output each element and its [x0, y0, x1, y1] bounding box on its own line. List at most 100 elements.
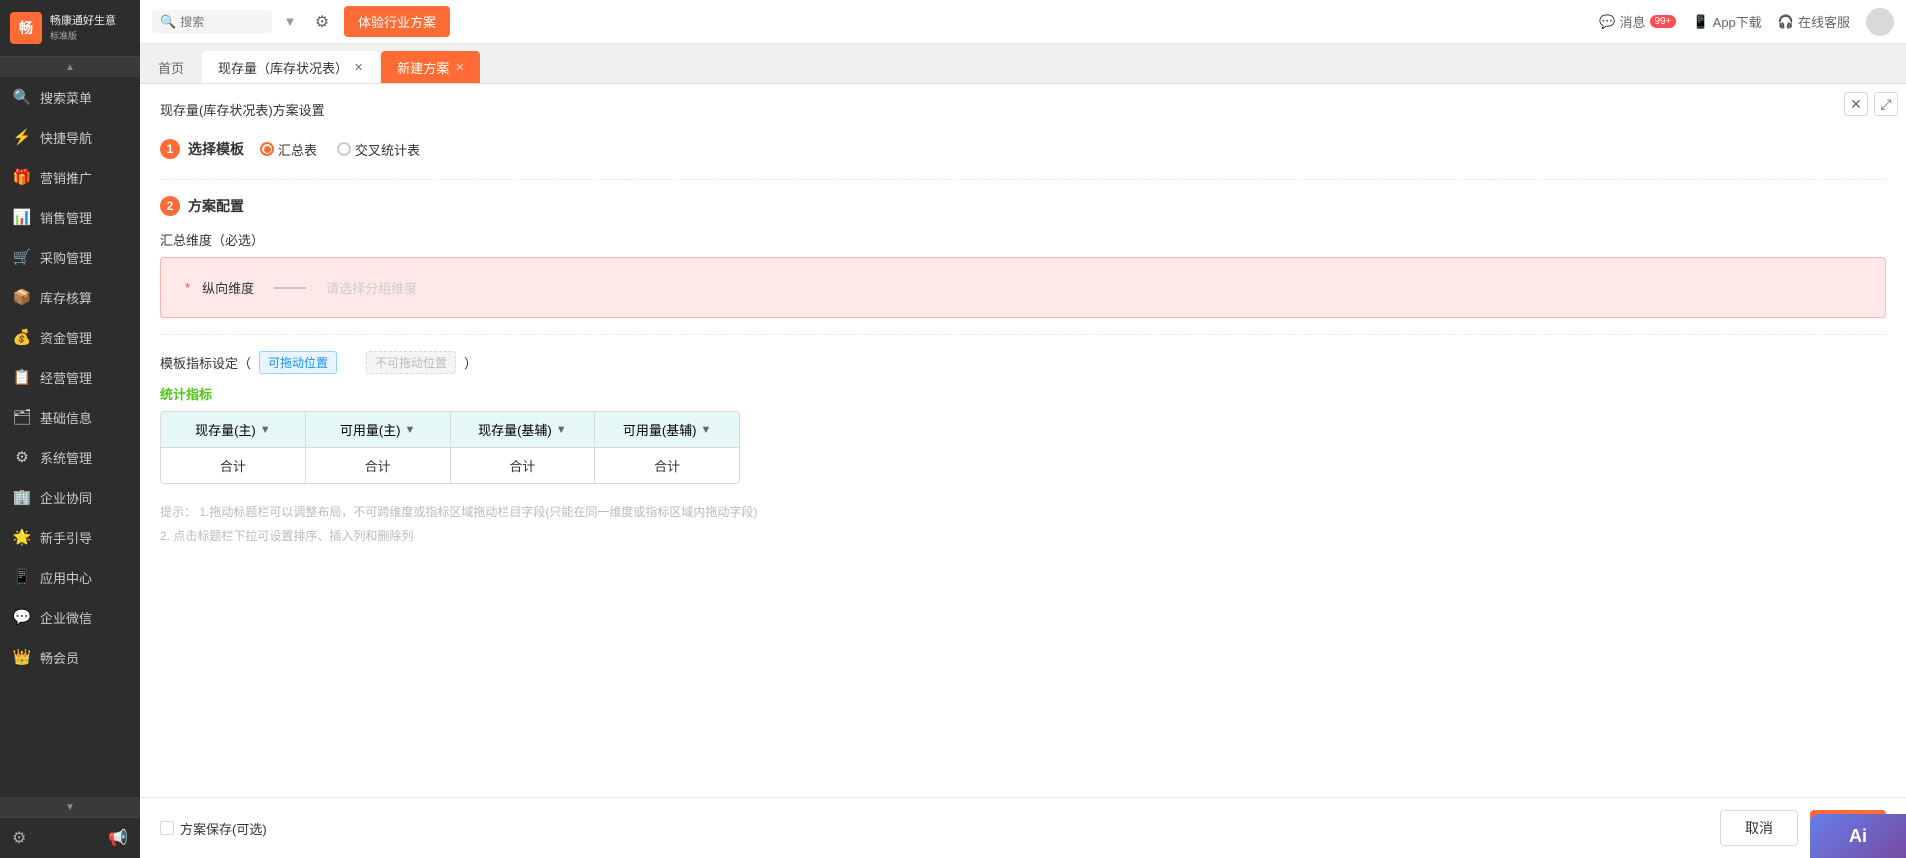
sidebar-item-quick-nav[interactable]: ⚡ 快捷导航 — [0, 117, 140, 157]
stats-col-3-label: 可用量(基辅) — [623, 420, 697, 439]
logo-badge: 标准版 — [50, 29, 116, 42]
sidebar-item-label: 基础信息 — [40, 408, 92, 427]
dimension-box: * 纵向维度 —— 请选择分组维度 — [160, 257, 1886, 318]
sidebar-item-member[interactable]: 👑 畅会员 — [0, 637, 140, 677]
dimension-arrow: —— — [274, 279, 306, 297]
sidebar-item-label: 系统管理 — [40, 448, 92, 467]
sidebar-item-app-center[interactable]: 📱 应用中心 — [0, 557, 140, 597]
app-download-label: App下载 — [1713, 12, 1762, 31]
step2-header: 2 方案配置 — [160, 196, 1886, 216]
sidebar-item-label: 快捷导航 — [40, 128, 92, 147]
sidebar-scroll-up[interactable]: ▲ — [0, 57, 140, 77]
drag-badge: 可拖动位置 — [259, 351, 337, 374]
step2-title: 方案配置 — [188, 196, 244, 216]
sidebar-item-marketing[interactable]: 🎁 营销推广 — [0, 157, 140, 197]
panel-close-btn[interactable]: ✕ — [1844, 92, 1868, 116]
cancel-button[interactable]: 取消 — [1720, 810, 1798, 846]
stats-col-1-chevron[interactable]: ▼ — [405, 424, 416, 436]
tabbar: 首页 现存量（库存状况表） ✕ 新建方案 ✕ — [140, 44, 1906, 84]
stats-col-3-chevron[interactable]: ▼ — [701, 424, 712, 436]
save-option: 方案保存(可选) — [160, 819, 267, 838]
stats-table-body: 合计 合计 合计 合计 — [161, 447, 739, 483]
topbar-search-box[interactable]: 🔍 — [152, 10, 272, 34]
service-icon: 🎧 — [1778, 14, 1794, 30]
tab-inventory-close[interactable]: ✕ — [354, 61, 363, 74]
tips-title: 提示： — [160, 505, 196, 519]
sidebar-item-purchase[interactable]: 🛒 采购管理 — [0, 237, 140, 277]
indicator-settings-label: 模板指标设定（ 可拖动位置 不可拖动位置 ） — [160, 351, 1886, 374]
radio-cross-circle — [337, 142, 351, 156]
sidebar-speaker-icon[interactable]: 📢 — [108, 828, 128, 848]
step1-number: 1 — [160, 139, 180, 159]
sidebar-item-search-menu[interactable]: 🔍 搜索菜单 — [0, 77, 140, 117]
indicator-label-suffix: ） — [464, 353, 477, 372]
sidebar-item-sales[interactable]: 📊 销售管理 — [0, 197, 140, 237]
sidebar-footer: ⚙ 📢 — [0, 817, 140, 858]
radio-cross[interactable]: 交叉统计表 — [337, 140, 420, 159]
no-drag-badge: 不可拖动位置 — [366, 351, 456, 374]
tab-inventory-label: 现存量（库存状况表） — [218, 58, 348, 77]
sidebar-settings-icon[interactable]: ⚙ — [12, 828, 26, 848]
stats-col-2[interactable]: 现存量(基辅) ▼ — [451, 412, 596, 447]
stats-section-title: 统计指标 — [160, 384, 1886, 403]
sidebar-item-label: 库存核算 — [40, 288, 92, 307]
main-area: 🔍 ▼ ⚙ 体验行业方案 💬 消息 99+ 📱 App下载 🎧 在线客服 — [140, 0, 1906, 858]
tab-home[interactable]: 首页 — [142, 51, 200, 83]
sidebar-nav: 🔍 搜索菜单 ⚡ 快捷导航 🎁 营销推广 📊 销售管理 🛒 采购管理 📦 库存核… — [0, 77, 140, 797]
search-menu-icon: 🔍 — [12, 87, 32, 107]
user-avatar[interactable] — [1866, 8, 1894, 36]
dimension-placeholder[interactable]: 请选择分组维度 — [326, 278, 417, 297]
search-input[interactable] — [180, 15, 260, 29]
tab-inventory-status[interactable]: 现存量（库存状况表） ✕ — [202, 51, 379, 83]
sidebar-item-system[interactable]: ⚙ 系统管理 — [0, 437, 140, 477]
industry-btn[interactable]: 体验行业方案 — [344, 6, 450, 37]
stats-col-0[interactable]: 现存量(主) ▼ — [161, 412, 306, 447]
app-download-btn[interactable]: 📱 App下载 — [1692, 12, 1761, 31]
sidebar-item-label: 采购管理 — [40, 248, 92, 267]
topbar-gear-icon[interactable]: ⚙ — [308, 8, 336, 36]
sidebar-item-enterprise[interactable]: 🏢 企业协同 — [0, 477, 140, 517]
topbar-dropdown-icon[interactable]: ▼ — [280, 12, 300, 32]
step2-section: 2 方案配置 汇总维度（必选） * 纵向维度 —— 请选择分组维度 — [160, 196, 1886, 548]
ai-float-button[interactable]: Ai — [1810, 814, 1906, 858]
template-radio-group: 汇总表 交叉统计表 — [260, 140, 420, 159]
operation-icon: 📋 — [12, 367, 32, 387]
stats-col-2-chevron[interactable]: ▼ — [556, 424, 567, 436]
tab-new-scheme-label: 新建方案 — [397, 58, 449, 77]
sidebar-item-label: 搜索菜单 — [40, 88, 92, 107]
stats-col-0-chevron[interactable]: ▼ — [260, 424, 271, 436]
quick-nav-icon: ⚡ — [12, 127, 32, 147]
stats-col-3[interactable]: 可用量(基辅) ▼ — [595, 412, 739, 447]
stats-col-1[interactable]: 可用量(主) ▼ — [306, 412, 451, 447]
sidebar-item-inventory[interactable]: 📦 库存核算 — [0, 277, 140, 317]
sidebar-item-operation[interactable]: 📋 经营管理 — [0, 357, 140, 397]
newbie-icon: 🌟 — [12, 527, 32, 547]
sidebar-item-basic-info[interactable]: 🗂 基础信息 — [0, 397, 140, 437]
stats-table: 现存量(主) ▼ 可用量(主) ▼ 现存量(基辅) ▼ — [160, 411, 740, 484]
indicator-settings: 模板指标设定（ 可拖动位置 不可拖动位置 ） 统计指标 现存量(主) ▼ — [160, 351, 1886, 484]
sales-icon: 📊 — [12, 207, 32, 227]
system-icon: ⚙ — [12, 447, 32, 467]
step1-section: 1 选择模板 汇总表 交叉统计表 — [160, 139, 1886, 159]
tip-1: 提示： 1.拖动标题栏可以调整布局，不可跨维度或指标区域拖动栏目字段(只能在同一… — [160, 500, 1886, 524]
wechat-icon: 💬 — [12, 607, 32, 627]
topbar-right: 💬 消息 99+ 📱 App下载 🎧 在线客服 — [1599, 8, 1894, 36]
radio-summary[interactable]: 汇总表 — [260, 140, 317, 159]
online-service-btn[interactable]: 🎧 在线客服 — [1778, 12, 1850, 31]
message-btn[interactable]: 💬 消息 99+ — [1599, 12, 1676, 31]
sidebar-item-finance[interactable]: 💰 资金管理 — [0, 317, 140, 357]
message-icon: 💬 — [1599, 14, 1615, 30]
stats-cell-2: 合计 — [451, 448, 596, 483]
sidebar: 畅 畅康通好生意 标准版 ▲ 🔍 搜索菜单 ⚡ 快捷导航 🎁 营销推广 📊 销售… — [0, 0, 140, 858]
tab-new-scheme[interactable]: 新建方案 ✕ — [381, 51, 480, 83]
sidebar-item-wechat[interactable]: 💬 企业微信 — [0, 597, 140, 637]
sidebar-item-newbie[interactable]: 🌟 新手引导 — [0, 517, 140, 557]
logo-icon: 畅 — [10, 12, 42, 44]
stats-col-1-label: 可用量(主) — [340, 420, 401, 439]
save-checkbox[interactable] — [160, 821, 174, 835]
tip-2: 2. 点击标题栏下拉可设置排序、插入列和删除列 — [160, 524, 1886, 548]
panel-expand-btn[interactable]: ⤢ — [1874, 92, 1898, 116]
tab-new-scheme-close[interactable]: ✕ — [455, 61, 464, 74]
sidebar-scroll-down[interactable]: ▼ — [0, 797, 140, 817]
page-title: 现存量(库存状况表)方案设置 — [160, 100, 1886, 119]
